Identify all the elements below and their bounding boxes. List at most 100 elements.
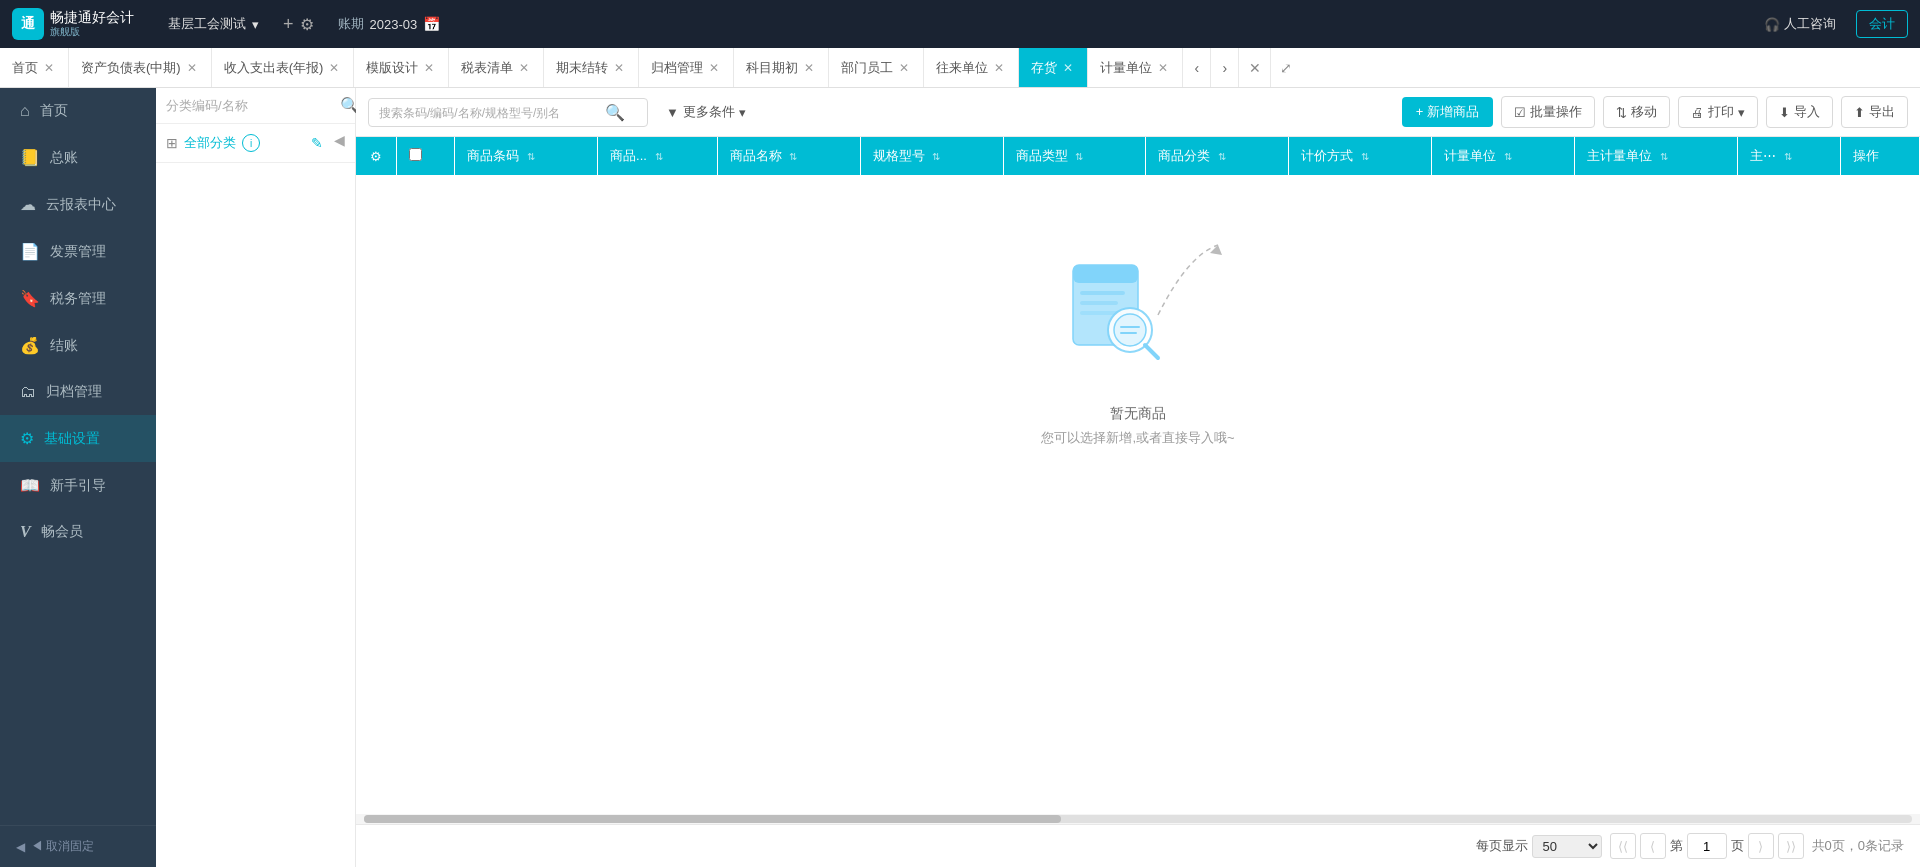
first-page-button[interactable]: ⟨⟨ (1610, 833, 1636, 859)
col-barcode[interactable]: 商品条码 ⇅ (455, 137, 598, 175)
batch-icon: ☑ (1514, 105, 1526, 120)
col-pricing[interactable]: 计价方式 ⇅ (1289, 137, 1432, 175)
col-category[interactable]: 商品分类 ⇅ (1146, 137, 1289, 175)
filter-icon: ▼ (666, 105, 679, 120)
export-button[interactable]: ⬆ 导出 (1841, 96, 1908, 128)
page-input[interactable] (1687, 833, 1727, 859)
sidebar-item-invoice[interactable]: 📄 发票管理 (0, 228, 156, 275)
col-unit[interactable]: 计量单位 ⇅ (1432, 137, 1575, 175)
sidebar-item-settings[interactable]: ⚙ 基础设置 (0, 415, 156, 462)
product-search-input[interactable] (379, 105, 599, 120)
consult-button[interactable]: 🎧 人工咨询 (1756, 11, 1844, 37)
tab-close-contacts[interactable]: ✕ (992, 61, 1006, 75)
next-page-button[interactable]: ⟩ (1748, 833, 1774, 859)
settings-button[interactable]: ⚙ (300, 15, 314, 34)
tab-tax-list[interactable]: 税表清单 ✕ (449, 48, 544, 87)
sidebar-item-home[interactable]: ⌂ 首页 (0, 88, 156, 134)
tab-contacts[interactable]: 往来单位 ✕ (924, 48, 1019, 87)
tab-close-income[interactable]: ✕ (327, 61, 341, 75)
content-area: 🔍 ⊞ 全部分类 i ✎ ◀ (156, 88, 1920, 867)
category-collapse-button[interactable]: ◀ (334, 132, 345, 154)
col-checkbox[interactable] (396, 137, 455, 175)
account-button[interactable]: 会计 (1856, 10, 1908, 38)
print-button[interactable]: 🖨 打印 ▾ (1678, 96, 1758, 128)
tab-income-statement[interactable]: 收入支出表(年报) ✕ (212, 48, 355, 87)
main-layout: ⌂ 首页 📒 总账 ☁ 云报表中心 📄 发票管理 🔖 税务管理 💰 结账 🗂 归… (0, 88, 1920, 867)
tab-close-tax[interactable]: ✕ (517, 61, 531, 75)
category-search-box: 🔍 (156, 88, 355, 124)
import-icon: ⬇ (1779, 105, 1790, 120)
search-bar: 🔍 (368, 98, 648, 127)
col-code[interactable]: 商品... ⇅ (598, 137, 718, 175)
product-table: ⚙ 商品条码 ⇅ 商品... ⇅ 商品名称 ⇅ 规格型号 ⇅ 商品类型 ⇅ 商品… (356, 137, 1920, 175)
select-all-checkbox[interactable] (409, 148, 422, 161)
col-main-unit[interactable]: 主计量单位 ⇅ (1575, 137, 1738, 175)
scrollbar-thumb[interactable] (364, 815, 1061, 823)
tab-close-archive[interactable]: ✕ (707, 61, 721, 75)
last-page-button[interactable]: ⟩⟩ (1778, 833, 1804, 859)
sidebar-item-cloud-report[interactable]: ☁ 云报表中心 (0, 181, 156, 228)
sidebar-item-guide[interactable]: 📖 新手引导 (0, 462, 156, 509)
add-tab-button[interactable]: + (283, 14, 294, 35)
sidebar-item-ledger[interactable]: 📒 总账 (0, 134, 156, 181)
tab-close-unit[interactable]: ✕ (1156, 61, 1170, 75)
table-header: ⚙ 商品条码 ⇅ 商品... ⇅ 商品名称 ⇅ 规格型号 ⇅ 商品类型 ⇅ 商品… (356, 137, 1920, 175)
calendar-icon[interactable]: 📅 (423, 16, 440, 32)
sidebar-label-home: 首页 (40, 102, 68, 120)
sidebar-collapse-button[interactable]: ◀ ◀ 取消固定 (0, 825, 156, 867)
archive-icon: 🗂 (20, 383, 36, 401)
tab-close-dept[interactable]: ✕ (897, 61, 911, 75)
page-nav: ⟨⟨ ⟨ 第 页 ⟩ ⟩⟩ (1610, 833, 1804, 859)
batch-operation-button[interactable]: ☑ 批量操作 (1501, 96, 1595, 128)
col-spec[interactable]: 规格型号 ⇅ (860, 137, 1003, 175)
tab-close-all[interactable]: ✕ (1239, 48, 1271, 87)
category-search-input[interactable] (166, 98, 334, 113)
company-selector[interactable]: 基层工会测试 ▾ (160, 11, 267, 37)
page-size-dropdown[interactable]: 50 10 20 100 (1532, 835, 1602, 858)
tab-nav-next[interactable]: › (1211, 48, 1239, 87)
category-edit-button[interactable]: ✎ (306, 132, 328, 154)
checkout-icon: 💰 (20, 336, 40, 355)
sidebar-item-checkout[interactable]: 💰 结账 (0, 322, 156, 369)
sidebar-item-tax[interactable]: 🔖 税务管理 (0, 275, 156, 322)
ledger-icon: 📒 (20, 148, 40, 167)
tab-close-subject[interactable]: ✕ (802, 61, 816, 75)
tab-subject-init[interactable]: 科目期初 ✕ (734, 48, 829, 87)
page-label-suffix: 页 (1731, 837, 1744, 855)
horizontal-scrollbar[interactable] (356, 814, 1920, 824)
col-name[interactable]: 商品名称 ⇅ (717, 137, 860, 175)
period-label: 账期 (338, 15, 364, 33)
sidebar-item-vip[interactable]: V 畅会员 (0, 509, 156, 555)
tab-expand[interactable]: ⤢ (1271, 48, 1301, 87)
edit-icon: ✎ (311, 135, 323, 151)
add-product-button[interactable]: + 新增商品 (1402, 97, 1493, 127)
tab-period-end[interactable]: 期末结转 ✕ (544, 48, 639, 87)
tab-template-design[interactable]: 模版设计 ✕ (354, 48, 449, 87)
tab-balance-sheet[interactable]: 资产负债表(中期) ✕ (69, 48, 212, 87)
tab-home[interactable]: 首页 ✕ (0, 48, 69, 87)
print-icon: 🖨 (1691, 105, 1704, 120)
tab-department[interactable]: 部门员工 ✕ (829, 48, 924, 87)
filter-button[interactable]: ▼ 更多条件 ▾ (656, 99, 756, 125)
sidebar-item-archive[interactable]: 🗂 归档管理 (0, 369, 156, 415)
col-main-extra[interactable]: 主⋯ ⇅ (1738, 137, 1841, 175)
col-settings[interactable]: ⚙ (356, 137, 396, 175)
tab-unit[interactable]: 计量单位 ✕ (1088, 48, 1183, 87)
settings-icon: ⚙ (20, 429, 34, 448)
tab-close-period[interactable]: ✕ (612, 61, 626, 75)
prev-page-button[interactable]: ⟨ (1640, 833, 1666, 859)
move-button[interactable]: ⇅ 移动 (1603, 96, 1670, 128)
total-info: 共0页，0条记录 (1812, 837, 1904, 855)
import-button[interactable]: ⬇ 导入 (1766, 96, 1833, 128)
tab-close-template[interactable]: ✕ (422, 61, 436, 75)
tab-close-balance[interactable]: ✕ (185, 61, 199, 75)
tab-close-home[interactable]: ✕ (42, 61, 56, 75)
svg-line-7 (1145, 345, 1158, 358)
app-edition: 旗舰版 (50, 25, 134, 39)
col-type[interactable]: 商品类型 ⇅ (1003, 137, 1146, 175)
tab-archive[interactable]: 归档管理 ✕ (639, 48, 734, 87)
svg-rect-3 (1080, 301, 1118, 305)
tab-nav-prev[interactable]: ‹ (1183, 48, 1211, 87)
tab-close-inventory[interactable]: ✕ (1061, 61, 1075, 75)
tab-inventory[interactable]: 存货 ✕ (1019, 48, 1088, 87)
